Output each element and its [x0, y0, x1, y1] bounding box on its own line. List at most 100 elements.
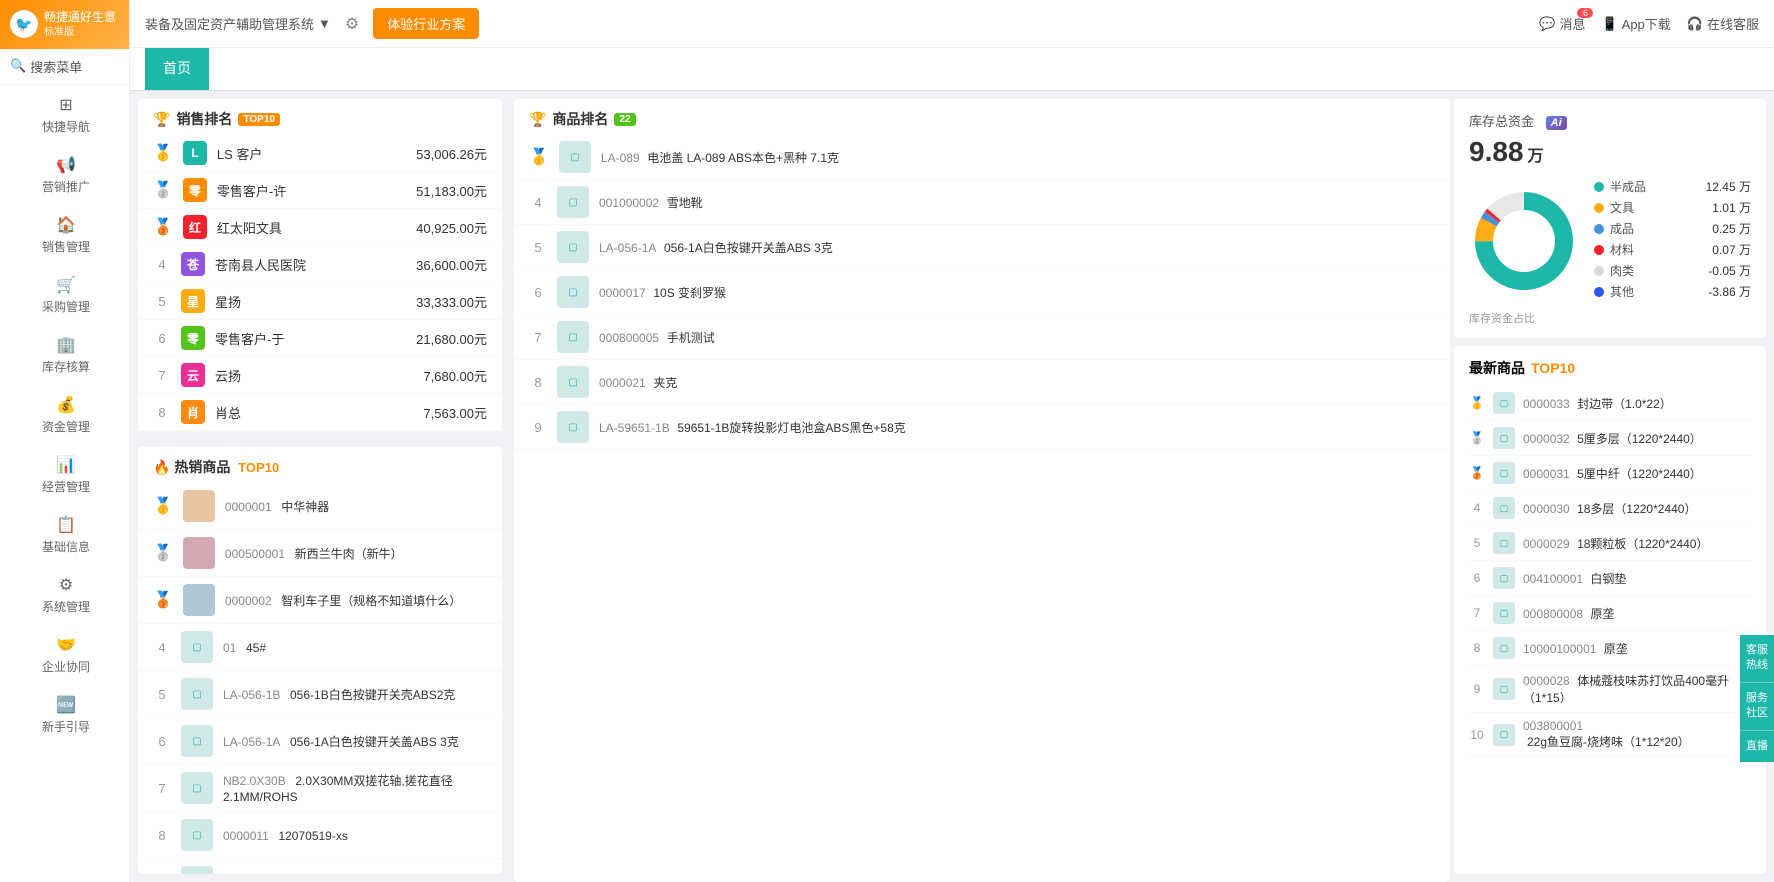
customer-avatar: L: [183, 141, 207, 165]
sidebar: 🐦 畅捷通好生意 标准版 🔍 搜索菜单 ⊞ 快捷导航 📢 营销推广 🏠 销售管理…: [0, 0, 130, 882]
marketing-icon: 📢: [56, 155, 76, 175]
new-product-row: 8 ▢ 10000100001 原垄: [1469, 631, 1751, 666]
search-icon: 🔍: [10, 58, 26, 74]
sidebar-item-system[interactable]: ⚙ 系统管理: [0, 565, 129, 625]
hot-product-row: 6 ▢ LA-056-1A 056-1A白色按键开关盖ABS 3克: [138, 718, 502, 765]
new-product-row: 🥇 ▢ 0000033 封边带（1.0*22）: [1469, 386, 1751, 421]
header-right: 💬 消息 6 📱 App下载 🎧 在线客服: [1539, 14, 1759, 33]
app-download-link[interactable]: 📱 App下载: [1601, 14, 1670, 33]
finance-icon: 💰: [56, 395, 76, 415]
legend-dot: [1594, 224, 1604, 234]
legend-dot: [1594, 266, 1604, 276]
left-panel: 🏆 销售排名 TOP10 🥇 L LS 客户 53,006.26元 🥈 零 零售…: [130, 91, 510, 882]
hot-products-header: 🔥 热销商品 TOP10: [138, 447, 502, 483]
message-badge[interactable]: 💬 消息 6: [1539, 14, 1585, 33]
sidebar-item-finance[interactable]: 💰 资金管理: [0, 385, 129, 445]
phone-icon: 📱: [1601, 16, 1617, 32]
search-menu[interactable]: 🔍 搜索菜单: [0, 49, 129, 85]
float-buttons: 客服 热线 服务 社区 直播: [1740, 635, 1774, 762]
customer-service-float-btn[interactable]: 客服 热线: [1740, 635, 1774, 683]
experience-button[interactable]: 体验行业方案: [373, 8, 479, 39]
legend-dot: [1594, 287, 1604, 297]
sidebar-item-basic[interactable]: 📋 基础信息: [0, 505, 129, 565]
sidebar-item-marketing[interactable]: 📢 营销推广: [0, 145, 129, 205]
tab-home[interactable]: 首页: [145, 48, 209, 90]
customer-avatar: 红: [183, 215, 207, 239]
direct-float-btn[interactable]: 直播: [1740, 731, 1774, 762]
product-ranking-row: 4 ▢ 001000002 雪地靴: [514, 180, 1450, 225]
new-product-thumb: ▢: [1493, 637, 1515, 659]
sidebar-item-sales[interactable]: 🏠 销售管理: [0, 205, 129, 265]
product-ranking-row: 7 ▢ 000800005 手机测试: [514, 315, 1450, 360]
product-ranking-row: 6 ▢ 0000017 10S 变刹罗猴: [514, 270, 1450, 315]
legend-item-semifinished: 半成品 12.45 万: [1594, 178, 1751, 195]
product-placeholder: ▢: [559, 141, 591, 173]
customer-ranking-row: 🥈 零 零售客户-许 51,183.00元: [138, 172, 502, 209]
inventory-ratio-label: 库存资金占比: [1469, 310, 1751, 326]
product-ranking-section: 🏆 商品排名 22 🥇 ▢ LA-089 电池盖 LA-089 ABS本色+黑种…: [514, 99, 1450, 882]
customer-ranking-row: 🥉 红 红太阳文具 40,925.00元: [138, 209, 502, 246]
system-title-dropdown[interactable]: 装备及固定资产辅助管理系统 ▼: [145, 14, 331, 33]
message-icon: 💬: [1539, 16, 1555, 32]
legend-dot: [1594, 203, 1604, 213]
online-service-link[interactable]: 🎧 在线客服: [1687, 14, 1759, 33]
product-thumbnail: [183, 490, 215, 522]
product-placeholder: ▢: [557, 231, 589, 263]
new-product-thumb: ▢: [1493, 392, 1515, 414]
service-community-float-btn[interactable]: 服务 社区: [1740, 683, 1774, 731]
product-placeholder: ▢: [557, 321, 589, 353]
product-ranking-header: 🏆 商品排名 22: [514, 99, 1450, 135]
new-product-row: 🥉 ▢ 0000031 5厘中纤（1220*2440）: [1469, 456, 1751, 491]
shortcut-icon: ⊞: [59, 95, 72, 115]
settings-icon[interactable]: ⚙: [345, 14, 359, 34]
legend-item-meat: 肉类 -0.05 万: [1594, 262, 1751, 279]
customer-avatar: 零: [183, 178, 207, 202]
ai-badge: Ai: [1546, 116, 1567, 130]
inventory-title: 库存总资金 Ai: [1469, 111, 1751, 130]
silver-medal-icon: 🥈: [153, 543, 173, 563]
legend-item-finished: 成品 0.25 万: [1594, 220, 1751, 237]
gold-medal-icon: 🥇: [529, 147, 549, 167]
product-placeholder: ▢: [557, 366, 589, 398]
donut-chart: [1469, 186, 1579, 296]
new-product-thumb: ▢: [1493, 497, 1515, 519]
new-products-title: 最新商品 TOP10: [1469, 358, 1751, 378]
new-product-row: 7 ▢ 000800008 原垄: [1469, 596, 1751, 631]
customer-avatar: 苍: [181, 252, 205, 276]
main-area: 装备及固定资产辅助管理系统 ▼ ⚙ 体验行业方案 💬 消息 6 📱 App下载 …: [130, 0, 1774, 882]
legend-dot: [1594, 182, 1604, 192]
sidebar-item-inventory[interactable]: 🏢 库存核算: [0, 325, 129, 385]
customer-ranking-row: 7 云 云扬 7,680.00元: [138, 357, 502, 394]
customer-ranking-row: 6 零 零售客户-于 21,680.00元: [138, 320, 502, 357]
hot-product-row: 7 ▢ NB2.0X30B 2.0X30MM双搓花轴,搓花直径2.1MM/ROH…: [138, 765, 502, 812]
product-ranking-row: 5 ▢ LA-056-1A 056-1A白色按键开关盖ABS 3克: [514, 225, 1450, 270]
sidebar-item-enterprise[interactable]: 🤝 企业协同: [0, 625, 129, 685]
sidebar-nav: ⊞ 快捷导航 📢 营销推广 🏠 销售管理 🛒 采购管理 🏢 库存核算 💰 资金管…: [0, 85, 129, 882]
sales-icon: 🏠: [56, 215, 76, 235]
hot-product-row: 🥉 0000002 智利车子里（规格不知道填什么）: [138, 577, 502, 624]
legend-item-other: 其他 -3.86 万: [1594, 283, 1751, 300]
gold-medal-icon: 🥇: [153, 143, 173, 163]
hot-product-row: 4 ▢ 01 45#: [138, 624, 502, 671]
sidebar-item-shortcut[interactable]: ⊞ 快捷导航: [0, 85, 129, 145]
legend-dot: [1594, 245, 1604, 255]
sidebar-item-operations[interactable]: 📊 经营管理: [0, 445, 129, 505]
logo-text: 畅捷通好生意 标准版: [44, 10, 116, 39]
new-product-thumb: ▢: [1493, 678, 1515, 700]
new-product-thumb: ▢: [1493, 532, 1515, 554]
new-product-row: 5 ▢ 0000029 18颗粒板（1220*2440）: [1469, 526, 1751, 561]
sidebar-item-guide[interactable]: 🆕 新手引导: [0, 685, 129, 745]
hot-product-row: 8 ▢ 0000011 12070519-xs: [138, 812, 502, 859]
customer-ranking-row: 8 肖 肖总 7,563.00元: [138, 394, 502, 431]
sidebar-item-purchase[interactable]: 🛒 采购管理: [0, 265, 129, 325]
dropdown-arrow-icon: ▼: [318, 16, 331, 31]
basic-icon: 📋: [56, 515, 76, 535]
new-product-thumb: ▢: [1493, 724, 1515, 746]
customer-ranking-header: 🏆 销售排名 TOP10: [138, 99, 502, 135]
product-ranking-row: 8 ▢ 0000021 夹克: [514, 360, 1450, 405]
hot-product-row: 5 ▢ LA-056-1B 056-1B白色按键开关壳ABS2克: [138, 671, 502, 718]
hot-product-row: 9 ▢ KK-SD22110H 花语萌恒温分离睡袋（厚款）: [138, 859, 502, 874]
logo-icon: 🐦: [10, 10, 38, 38]
new-product-thumb: ▢: [1493, 602, 1515, 624]
right-panel: 库存总资金 Ai 9.88 万: [1454, 91, 1774, 882]
